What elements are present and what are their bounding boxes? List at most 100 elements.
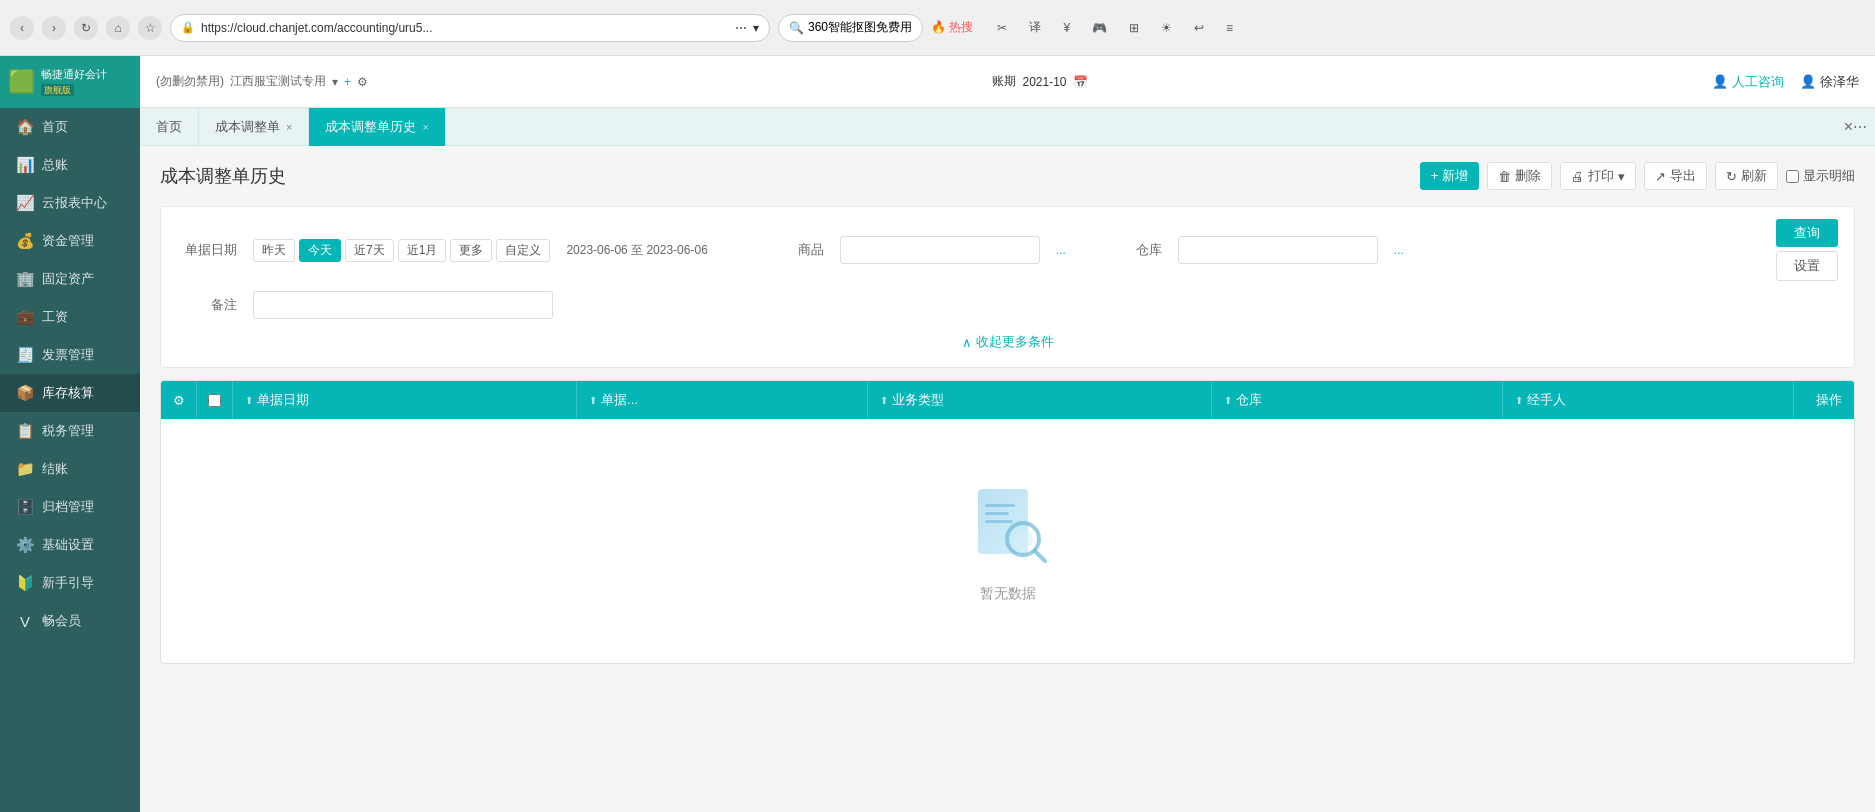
select-all-checkbox[interactable] bbox=[208, 394, 221, 407]
sidebar-label-inventory: 库存核算 bbox=[42, 384, 94, 402]
warehouse-input[interactable] bbox=[1178, 236, 1378, 264]
company-dropdown-icon[interactable]: ▾ bbox=[332, 75, 338, 89]
close-tab-icon[interactable]: × bbox=[1844, 118, 1853, 136]
sidebar-icon-settings: ⚙️ bbox=[16, 536, 34, 554]
warehouse-more-btn[interactable]: ... bbox=[1394, 243, 1404, 257]
goods-more-btn[interactable]: ... bbox=[1056, 243, 1066, 257]
menu-tool[interactable]: ≡ bbox=[1220, 19, 1239, 37]
th-checkbox[interactable] bbox=[197, 381, 233, 419]
sidebar-item-funds[interactable]: 💰资金管理 bbox=[0, 222, 140, 260]
sidebar-item-fixed-assets[interactable]: 🏢固定资产 bbox=[0, 260, 140, 298]
show-details-checkbox[interactable]: 显示明细 bbox=[1786, 167, 1855, 185]
goods-input[interactable] bbox=[840, 236, 1040, 264]
query-button[interactable]: 查询 bbox=[1776, 219, 1838, 247]
export-icon: ↗ bbox=[1655, 169, 1666, 184]
translate-tool[interactable]: 译 bbox=[1023, 17, 1047, 38]
settings-icon[interactable]: ⚙ bbox=[357, 75, 368, 89]
today-btn[interactable]: 今天 bbox=[299, 239, 341, 262]
brightness-tool[interactable]: ☀ bbox=[1155, 19, 1178, 37]
svg-rect-1 bbox=[985, 504, 1015, 507]
lastmonth-btn[interactable]: 近1月 bbox=[398, 239, 447, 262]
sidebar-item-archive[interactable]: 🗄️归档管理 bbox=[0, 488, 140, 526]
sidebar-icon-home: 🏠 bbox=[16, 118, 34, 136]
home-button[interactable]: ⌂ bbox=[106, 16, 130, 40]
sidebar-item-settings[interactable]: ⚙️基础设置 bbox=[0, 526, 140, 564]
th-biztype[interactable]: ⬆ 业务类型 bbox=[868, 381, 1212, 419]
sidebar-item-payroll[interactable]: 💼工资 bbox=[0, 298, 140, 336]
settings-filter-button[interactable]: 设置 bbox=[1776, 251, 1838, 281]
bookmark-button[interactable]: ☆ bbox=[138, 16, 162, 40]
undo-tool[interactable]: ↩ bbox=[1188, 19, 1210, 37]
filter-row-2: 备注 bbox=[177, 291, 1838, 319]
tab-cost-adjust-close[interactable]: × bbox=[286, 121, 292, 133]
sidebar-item-tax[interactable]: 📋税务管理 bbox=[0, 412, 140, 450]
sidebar-item-inventory[interactable]: 📦库存核算 bbox=[0, 374, 140, 412]
data-table: ⚙ ⬆ 单据日期 ⬆ 单据... ⬆ 业务类型 bbox=[160, 380, 1855, 664]
custom-date-btn[interactable]: 自定义 bbox=[496, 239, 550, 262]
period-info: 账期 2021-10 📅 bbox=[992, 73, 1087, 90]
add-icon[interactable]: + bbox=[344, 75, 351, 89]
tab-cost-adjust[interactable]: 成本调整单 × bbox=[199, 108, 309, 146]
delete-icon: 🗑 bbox=[1498, 169, 1511, 184]
collapse-up-icon: ∧ bbox=[962, 335, 972, 350]
show-details-input[interactable] bbox=[1786, 170, 1799, 183]
calendar-icon[interactable]: 📅 bbox=[1073, 75, 1088, 89]
th-date-label: 单据日期 bbox=[257, 391, 309, 409]
sidebar-item-closing[interactable]: 📁结账 bbox=[0, 450, 140, 488]
th-date[interactable]: ⬆ 单据日期 bbox=[233, 381, 577, 419]
more-tabs-icon[interactable]: ⋯ bbox=[1853, 119, 1867, 135]
th-gear[interactable]: ⚙ bbox=[161, 381, 197, 419]
sidebar-item-reports[interactable]: 📈云报表中心 bbox=[0, 184, 140, 222]
sidebar-item-home[interactable]: 🏠 首页 bbox=[0, 108, 140, 146]
th-ops-label: 操作 bbox=[1816, 391, 1842, 409]
user-menu[interactable]: 👤 徐泽华 bbox=[1800, 73, 1859, 91]
service-button[interactable]: 👤 人工咨询 bbox=[1712, 73, 1784, 91]
tab-cost-adjust-history[interactable]: 成本调整单历史 × bbox=[309, 108, 445, 146]
collapse-button[interactable]: ∧ 收起更多条件 bbox=[950, 329, 1066, 355]
grid-tool[interactable]: ⊞ bbox=[1123, 19, 1145, 37]
sidebar-item-vip[interactable]: V畅会员 bbox=[0, 602, 140, 640]
th-handler[interactable]: ⬆ 经手人 bbox=[1503, 381, 1794, 419]
refresh-icon: ↻ bbox=[1726, 169, 1737, 184]
sidebar-item-ledger[interactable]: 📊总账 bbox=[0, 146, 140, 184]
svg-point-5 bbox=[1013, 529, 1033, 549]
refresh-button-toolbar[interactable]: ↻ 刷新 bbox=[1715, 162, 1778, 190]
back-button[interactable]: ‹ bbox=[10, 16, 34, 40]
refresh-button[interactable]: ↻ bbox=[74, 16, 98, 40]
scissors-tool[interactable]: ✂ bbox=[991, 19, 1013, 37]
forward-button[interactable]: › bbox=[42, 16, 66, 40]
sidebar-label-home: 首页 bbox=[42, 118, 68, 136]
delete-button[interactable]: 🗑 删除 bbox=[1487, 162, 1552, 190]
sidebar-icon-payroll: 💼 bbox=[16, 308, 34, 326]
tab-home[interactable]: 首页 bbox=[140, 108, 199, 146]
sort-up-icon: ⬆ bbox=[245, 395, 253, 406]
sidebar-icon-guide: 🔰 bbox=[16, 574, 34, 592]
tab-cost-adjust-history-close[interactable]: × bbox=[422, 121, 428, 133]
add-button[interactable]: + 新增 bbox=[1420, 162, 1479, 190]
th-docno-label: 单据... bbox=[601, 391, 638, 409]
sidebar-label-fixed-assets: 固定资产 bbox=[42, 270, 94, 288]
export-button[interactable]: ↗ 导出 bbox=[1644, 162, 1707, 190]
address-bar[interactable]: 🔒 https://cloud.chanjet.com/accounting/u… bbox=[170, 14, 770, 42]
th-warehouse[interactable]: ⬆ 仓库 bbox=[1212, 381, 1503, 419]
sidebar-item-guide[interactable]: 🔰新手引导 bbox=[0, 564, 140, 602]
header-right: 👤 人工咨询 👤 徐泽华 bbox=[1712, 73, 1859, 91]
sort-up-icon-2: ⬆ bbox=[589, 395, 597, 406]
sidebar-icon-funds: 💰 bbox=[16, 232, 34, 250]
browser-search-bar[interactable]: 🔍 360智能抠图免费用 bbox=[778, 14, 923, 42]
print-button[interactable]: 🖨 打印 ▾ bbox=[1560, 162, 1636, 190]
last7days-btn[interactable]: 近7天 bbox=[345, 239, 394, 262]
period-value: 2021-10 bbox=[1022, 75, 1066, 89]
sidebar-label-archive: 归档管理 bbox=[42, 498, 94, 516]
game-tool[interactable]: 🎮 bbox=[1086, 19, 1113, 37]
remarks-input[interactable] bbox=[253, 291, 553, 319]
sidebar-icon-closing: 📁 bbox=[16, 460, 34, 478]
th-warehouse-label: 仓库 bbox=[1236, 391, 1262, 409]
sidebar-item-invoice[interactable]: 🧾发票管理 bbox=[0, 336, 140, 374]
yesterday-btn[interactable]: 昨天 bbox=[253, 239, 295, 262]
period-label: 账期 bbox=[992, 73, 1016, 90]
th-docno[interactable]: ⬆ 单据... bbox=[577, 381, 868, 419]
more-date-btn[interactable]: 更多 bbox=[450, 239, 492, 262]
search-placeholder: 360智能抠图免费用 bbox=[808, 19, 912, 36]
wallet-tool[interactable]: ¥ bbox=[1057, 19, 1076, 37]
